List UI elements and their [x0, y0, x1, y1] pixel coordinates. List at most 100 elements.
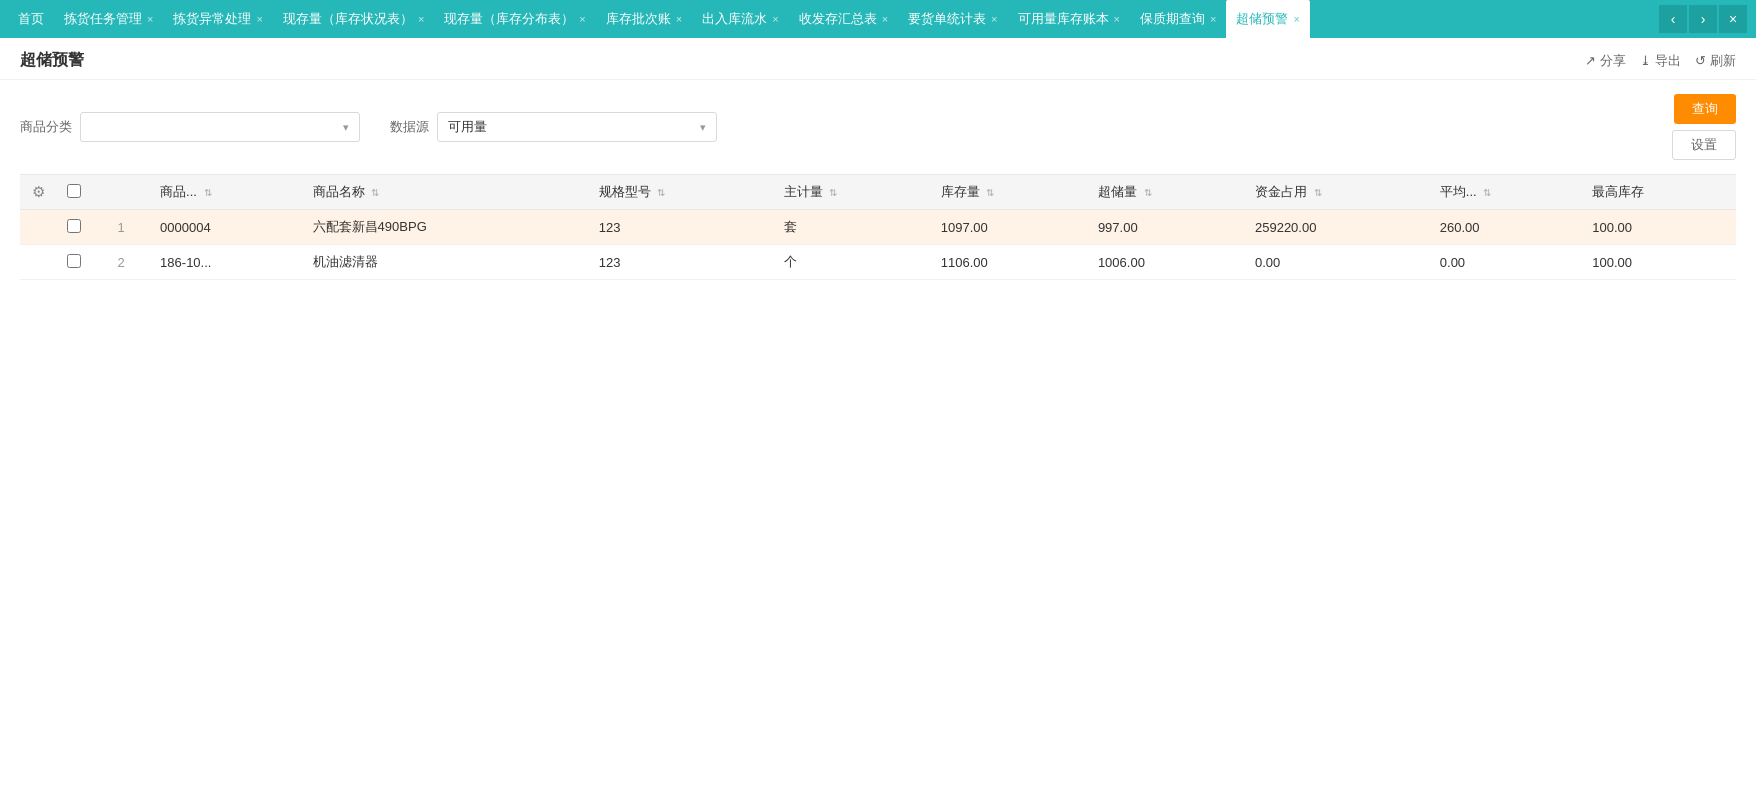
- export-icon: ⤓: [1640, 53, 1651, 68]
- nav-next-button[interactable]: ›: [1689, 5, 1717, 33]
- row-number: 2: [92, 245, 150, 280]
- datasource-label: 数据源: [390, 118, 429, 136]
- row-capital: 259220.00: [1245, 210, 1430, 245]
- data-table: ⚙ 商品... ⇅ 商品名称 ⇅ 规格型号: [20, 174, 1736, 280]
- sidebar-item-quality[interactable]: 保质期查询 ×: [1130, 0, 1226, 38]
- sidebar-item-abnormal[interactable]: 拣货异常处理 ×: [163, 0, 272, 38]
- row-settings: [20, 210, 56, 245]
- sidebar-item-collect[interactable]: 收发存汇总表 ×: [789, 0, 898, 38]
- page-header: 超储预警 ↗ 分享 ⤓ 导出 ↺ 刷新: [0, 38, 1756, 80]
- col-settings: ⚙: [20, 175, 56, 210]
- settings-button[interactable]: 设置: [1672, 130, 1736, 160]
- export-button[interactable]: ⤓ 导出: [1640, 52, 1681, 70]
- sort-icon: ⇅: [657, 187, 665, 198]
- nav-arrows: ‹ › ×: [1658, 5, 1748, 33]
- col-product-code[interactable]: 商品... ⇅: [150, 175, 303, 210]
- close-icon[interactable]: ×: [256, 13, 262, 25]
- close-icon[interactable]: ×: [676, 13, 682, 25]
- sidebar-item-overstock[interactable]: 超储预警 ×: [1226, 0, 1309, 38]
- sort-icon: ⇅: [371, 187, 379, 198]
- share-button[interactable]: ↗ 分享: [1585, 52, 1626, 70]
- refresh-icon: ↺: [1695, 53, 1706, 68]
- sort-icon: ⇅: [1483, 187, 1491, 198]
- row-product-code: 0000004: [150, 210, 303, 245]
- header-actions: ↗ 分享 ⤓ 导出 ↺ 刷新: [1585, 52, 1736, 70]
- row-spec: 123: [589, 210, 774, 245]
- filter-area: 商品分类 ▾ 数据源 可用量 ▾ 查询 设置: [0, 80, 1756, 174]
- table-body: 1 0000004 六配套新昌490BPG 123 套 1097.00 997.…: [20, 210, 1736, 280]
- nav-prev-button[interactable]: ‹: [1659, 5, 1687, 33]
- sidebar-item-inventory-dist[interactable]: 现存量（库存分布表） ×: [434, 0, 595, 38]
- close-icon[interactable]: ×: [772, 13, 778, 25]
- sort-icon: ⇅: [1144, 187, 1152, 198]
- col-capital[interactable]: 资金占用 ⇅: [1245, 175, 1430, 210]
- col-product-name[interactable]: 商品名称 ⇅: [303, 175, 589, 210]
- row-settings: [20, 245, 56, 280]
- sidebar-item-task[interactable]: 拣货任务管理 ×: [54, 0, 163, 38]
- row-checkbox-cell: [56, 210, 92, 245]
- col-max-stock[interactable]: 最高库存: [1582, 175, 1736, 210]
- page-content: 超储预警 ↗ 分享 ⤓ 导出 ↺ 刷新 商品分类 ▾ 数据源: [0, 38, 1756, 800]
- datasource-select[interactable]: 可用量 ▾: [437, 112, 717, 142]
- close-icon[interactable]: ×: [579, 13, 585, 25]
- col-overstock[interactable]: 超储量 ⇅: [1088, 175, 1245, 210]
- row-avg: 0.00: [1430, 245, 1583, 280]
- table-row: 2 186-10... 机油滤清器 123 个 1106.00 1006.00 …: [20, 245, 1736, 280]
- row-max-stock: 100.00: [1582, 210, 1736, 245]
- row-checkbox[interactable]: [67, 219, 81, 233]
- sidebar-item-home[interactable]: 首页: [8, 0, 54, 38]
- refresh-button[interactable]: ↺ 刷新: [1695, 52, 1736, 70]
- col-unit[interactable]: 主计量 ⇅: [774, 175, 931, 210]
- row-spec: 123: [589, 245, 774, 280]
- close-icon[interactable]: ×: [882, 13, 888, 25]
- query-button[interactable]: 查询: [1674, 94, 1736, 124]
- filter-buttons: 查询 设置: [1672, 94, 1736, 160]
- sidebar-item-batch[interactable]: 库存批次账 ×: [596, 0, 692, 38]
- sort-icon: ⇅: [986, 187, 994, 198]
- gear-icon[interactable]: ⚙: [32, 183, 45, 200]
- row-stock: 1097.00: [931, 210, 1088, 245]
- sidebar-item-inventory-status[interactable]: 现存量（库存状况表） ×: [273, 0, 434, 38]
- close-icon[interactable]: ×: [418, 13, 424, 25]
- table-header-row: ⚙ 商品... ⇅ 商品名称 ⇅ 规格型号: [20, 175, 1736, 210]
- category-label: 商品分类: [20, 118, 72, 136]
- row-overstock: 1006.00: [1088, 245, 1245, 280]
- col-checkbox: [56, 175, 92, 210]
- sort-icon: ⇅: [829, 187, 837, 198]
- table-row: 1 0000004 六配套新昌490BPG 123 套 1097.00 997.…: [20, 210, 1736, 245]
- select-all-checkbox[interactable]: [67, 184, 81, 198]
- category-filter: 商品分类 ▾: [20, 112, 360, 142]
- table-container: ⚙ 商品... ⇅ 商品名称 ⇅ 规格型号: [0, 174, 1756, 280]
- close-icon[interactable]: ×: [991, 13, 997, 25]
- col-spec[interactable]: 规格型号 ⇅: [589, 175, 774, 210]
- row-unit: 套: [774, 210, 931, 245]
- chevron-down-icon: ▾: [700, 121, 706, 134]
- close-icon[interactable]: ×: [147, 13, 153, 25]
- sort-icon: ⇅: [1314, 187, 1322, 198]
- col-rownum: [92, 175, 150, 210]
- row-checkbox[interactable]: [67, 254, 81, 268]
- col-avg[interactable]: 平均... ⇅: [1430, 175, 1583, 210]
- row-unit: 个: [774, 245, 931, 280]
- row-max-stock: 100.00: [1582, 245, 1736, 280]
- nav-more-button[interactable]: ×: [1719, 5, 1747, 33]
- sort-icon: ⇅: [204, 187, 212, 198]
- sidebar-item-available[interactable]: 可用量库存账本 ×: [1008, 0, 1130, 38]
- row-capital: 0.00: [1245, 245, 1430, 280]
- col-stock[interactable]: 库存量 ⇅: [931, 175, 1088, 210]
- category-select[interactable]: ▾: [80, 112, 360, 142]
- row-avg: 260.00: [1430, 210, 1583, 245]
- row-checkbox-cell: [56, 245, 92, 280]
- chevron-down-icon: ▾: [343, 121, 349, 134]
- close-icon[interactable]: ×: [1114, 13, 1120, 25]
- row-overstock: 997.00: [1088, 210, 1245, 245]
- sidebar-item-inout[interactable]: 出入库流水 ×: [692, 0, 788, 38]
- close-icon[interactable]: ×: [1293, 13, 1299, 25]
- row-product-code: 186-10...: [150, 245, 303, 280]
- sidebar-item-order-stat[interactable]: 要货单统计表 ×: [898, 0, 1007, 38]
- datasource-filter: 数据源 可用量 ▾: [390, 112, 717, 142]
- row-number: 1: [92, 210, 150, 245]
- row-product-name: 机油滤清器: [303, 245, 589, 280]
- row-stock: 1106.00: [931, 245, 1088, 280]
- close-icon[interactable]: ×: [1210, 13, 1216, 25]
